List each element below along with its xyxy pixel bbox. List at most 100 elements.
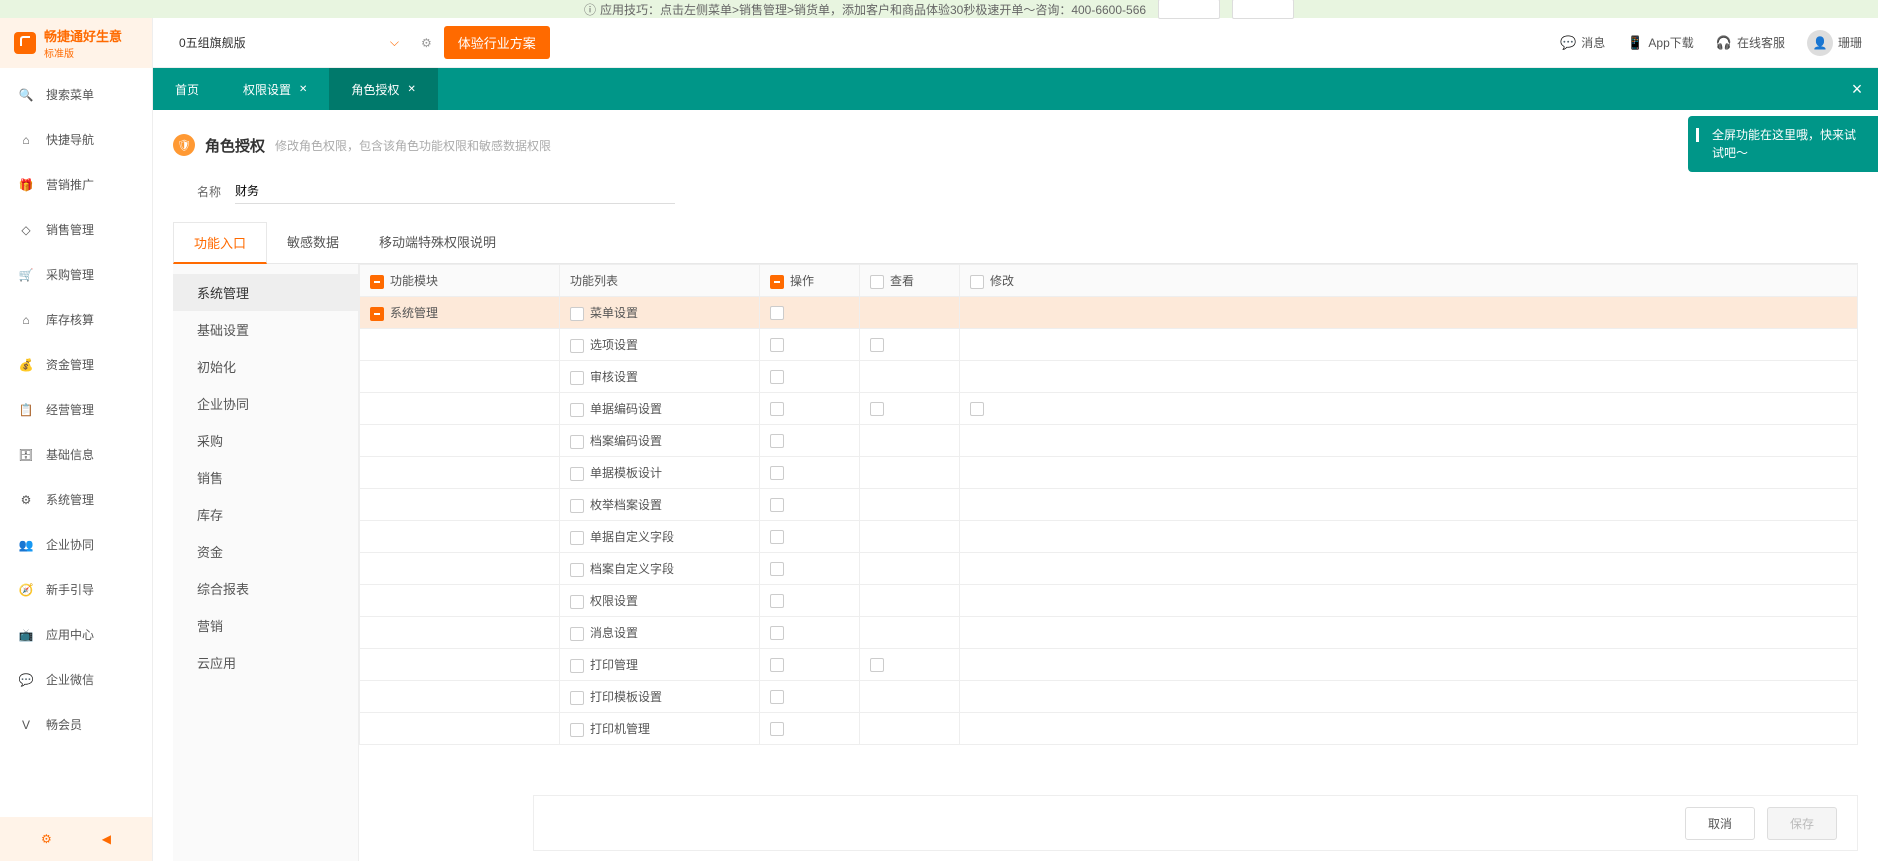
checkbox[interactable] bbox=[570, 627, 584, 641]
category-item-5[interactable]: 销售 bbox=[173, 459, 358, 496]
house-icon: ⌂ bbox=[18, 312, 34, 328]
sidebar-item-label: 畅会员 bbox=[46, 716, 82, 733]
sidebar-item-9[interactable]: ⚙系统管理 bbox=[0, 477, 152, 522]
chevron-down-icon: ⌵ bbox=[390, 35, 399, 50]
sidebar-item-label: 新手引导 bbox=[46, 581, 94, 598]
checkbox[interactable] bbox=[570, 563, 584, 577]
checkbox-all-module[interactable] bbox=[370, 275, 384, 289]
checkbox[interactable] bbox=[770, 562, 784, 576]
sys-icon: ⚙ bbox=[18, 492, 34, 508]
wx-icon: 💬 bbox=[18, 672, 34, 688]
checkbox-all-edit[interactable] bbox=[970, 275, 984, 289]
category-item-2[interactable]: 初始化 bbox=[173, 348, 358, 385]
category-item-10[interactable]: 云应用 bbox=[173, 644, 358, 681]
sub-tab-1[interactable]: 敏感数据 bbox=[267, 222, 359, 263]
sidebar-item-label: 快捷导航 bbox=[46, 131, 94, 148]
checkbox[interactable] bbox=[770, 530, 784, 544]
sidebar-item-0[interactable]: 🔍搜索菜单 bbox=[0, 72, 152, 117]
tab-label: 角色授权 bbox=[351, 81, 399, 98]
sidebar-item-4[interactable]: 🛒采购管理 bbox=[0, 252, 152, 297]
sidebar-item-13[interactable]: 💬企业微信 bbox=[0, 657, 152, 702]
checkbox[interactable] bbox=[570, 371, 584, 385]
logo-sub: 标准版 bbox=[44, 45, 122, 60]
checkbox[interactable] bbox=[770, 306, 784, 320]
checkbox[interactable] bbox=[870, 402, 884, 416]
checkbox[interactable] bbox=[370, 307, 384, 321]
sidebar-item-14[interactable]: V畅会员 bbox=[0, 702, 152, 747]
checkbox[interactable] bbox=[770, 722, 784, 736]
checkbox[interactable] bbox=[770, 626, 784, 640]
checkbox[interactable] bbox=[570, 531, 584, 545]
tab-1[interactable]: 权限设置✕ bbox=[221, 68, 329, 110]
checkbox[interactable] bbox=[770, 466, 784, 480]
checkbox[interactable] bbox=[870, 658, 884, 672]
message-link[interactable]: 💬 消息 bbox=[1560, 34, 1605, 51]
sub-tab-0[interactable]: 功能入口 bbox=[173, 222, 267, 264]
checkbox[interactable] bbox=[570, 595, 584, 609]
close-icon[interactable]: ✕ bbox=[407, 84, 415, 95]
settings-icon[interactable]: ⚙ bbox=[41, 832, 52, 846]
close-all-tabs[interactable]: × bbox=[1836, 68, 1878, 110]
category-item-8[interactable]: 综合报表 bbox=[173, 570, 358, 607]
sidebar-item-8[interactable]: 🗄基础信息 bbox=[0, 432, 152, 477]
sidebar-item-11[interactable]: 🧭新手引导 bbox=[0, 567, 152, 612]
checkbox[interactable] bbox=[570, 659, 584, 673]
checkbox[interactable] bbox=[970, 402, 984, 416]
checkbox[interactable] bbox=[770, 690, 784, 704]
sidebar-item-2[interactable]: 🎁营销推广 bbox=[0, 162, 152, 207]
logo[interactable]: 畅捷通好生意 标准版 bbox=[0, 18, 152, 68]
category-item-3[interactable]: 企业协同 bbox=[173, 385, 358, 422]
sidebar-item-6[interactable]: 💰资金管理 bbox=[0, 342, 152, 387]
checkbox[interactable] bbox=[570, 499, 584, 513]
checkbox[interactable] bbox=[570, 467, 584, 481]
banner-training-btn[interactable]: 在线培训 bbox=[1158, 0, 1220, 19]
checkbox[interactable] bbox=[770, 338, 784, 352]
tab-0[interactable]: 首页 bbox=[153, 68, 221, 110]
checkbox[interactable] bbox=[570, 723, 584, 737]
sidebar-item-5[interactable]: ⌂库存核算 bbox=[0, 297, 152, 342]
category-item-9[interactable]: 营销 bbox=[173, 607, 358, 644]
industry-plan-button[interactable]: 体验行业方案 bbox=[444, 26, 550, 59]
sidebar-item-12[interactable]: 📺应用中心 bbox=[0, 612, 152, 657]
gear-icon[interactable]: ⚙ bbox=[421, 36, 432, 50]
table-wrap[interactable]: 功能模块 功能列表 操作 查看 修改 系统管理菜单设置选项设置审核设置单据编码设… bbox=[358, 264, 1858, 861]
checkbox[interactable] bbox=[570, 307, 584, 321]
checkbox-all-op[interactable] bbox=[770, 275, 784, 289]
cancel-button[interactable]: 取消 bbox=[1685, 807, 1755, 840]
checkbox[interactable] bbox=[770, 434, 784, 448]
checkbox[interactable] bbox=[770, 370, 784, 384]
checkbox[interactable] bbox=[570, 691, 584, 705]
checkbox-all-view[interactable] bbox=[870, 275, 884, 289]
banner-buy-btn[interactable]: 立即购买 bbox=[1232, 0, 1294, 19]
sidebar-item-label: 营销推广 bbox=[46, 176, 94, 193]
sub-tab-2[interactable]: 移动端特殊权限说明 bbox=[359, 222, 516, 263]
sidebar-item-7[interactable]: 📋经营管理 bbox=[0, 387, 152, 432]
checkbox[interactable] bbox=[570, 435, 584, 449]
fullscreen-tip[interactable]: 全屏功能在这里哦，快来试试吧～ bbox=[1688, 116, 1878, 172]
category-item-4[interactable]: 采购 bbox=[173, 422, 358, 459]
sidebar-item-1[interactable]: ⌂快捷导航 bbox=[0, 117, 152, 162]
checkbox[interactable] bbox=[770, 594, 784, 608]
org-select[interactable]: 0五组旗舰版 ⌵ bbox=[169, 27, 409, 59]
checkbox[interactable] bbox=[770, 658, 784, 672]
sidebar-item-10[interactable]: 👥企业协同 bbox=[0, 522, 152, 567]
checkbox[interactable] bbox=[570, 339, 584, 353]
app-download-link[interactable]: 📱 App下载 bbox=[1627, 34, 1694, 51]
category-item-1[interactable]: 基础设置 bbox=[173, 311, 358, 348]
collapse-icon[interactable]: ◀ bbox=[102, 832, 111, 846]
checkbox[interactable] bbox=[870, 338, 884, 352]
tab-2[interactable]: 角色授权 ✕ bbox=[329, 68, 437, 110]
sidebar-item-3[interactable]: ◇销售管理 bbox=[0, 207, 152, 252]
close-icon[interactable]: ✕ bbox=[299, 84, 307, 95]
user-menu[interactable]: 👤珊珊 bbox=[1807, 30, 1862, 56]
content: 🛡 角色授权 修改角色权限，包含该角色功能权限和敏感数据权限 名称 财务 功能入… bbox=[153, 110, 1878, 861]
banner-tip: ⓘ 应用技巧：点击左侧菜单>销售管理>销货单，添加客户和商品体验30秒极速开单～… bbox=[584, 1, 1146, 18]
category-item-6[interactable]: 库存 bbox=[173, 496, 358, 533]
checkbox[interactable] bbox=[770, 402, 784, 416]
checkbox[interactable] bbox=[570, 403, 584, 417]
table-row: 审核设置 bbox=[360, 361, 1858, 393]
customer-service-link[interactable]: 🎧 在线客服 bbox=[1716, 34, 1785, 51]
checkbox[interactable] bbox=[770, 498, 784, 512]
category-item-0[interactable]: 系统管理 bbox=[173, 274, 358, 311]
category-item-7[interactable]: 资金 bbox=[173, 533, 358, 570]
